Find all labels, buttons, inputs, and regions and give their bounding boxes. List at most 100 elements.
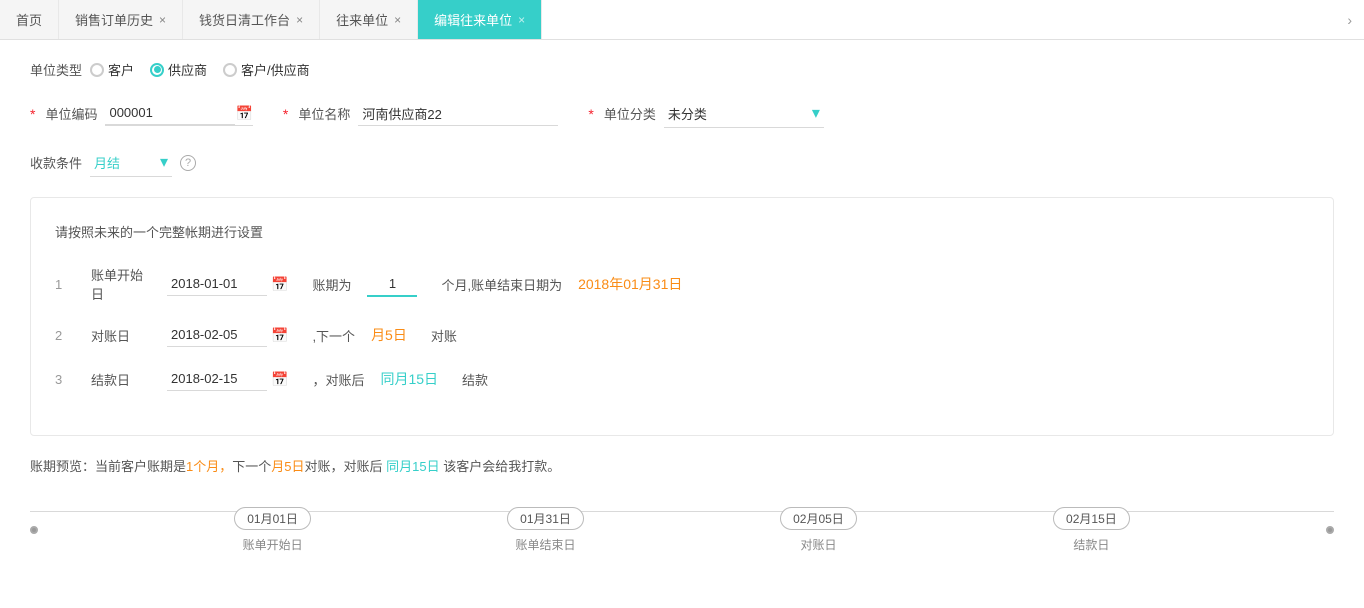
suffix-highlight-3: 同月15日	[380, 369, 438, 389]
suffix-pre-2: ,下一个	[312, 326, 355, 345]
tab-home-label: 首页	[16, 10, 42, 29]
category-select[interactable]: 未分类 ▾	[664, 99, 824, 128]
tab-edit-partner-close[interactable]: ×	[518, 13, 525, 27]
row-label-3: 结款日	[91, 370, 151, 389]
category-value: 未分类	[668, 104, 728, 123]
tab-sales-history[interactable]: 销售订单历史 ×	[59, 0, 183, 39]
setting-row-2: 2 对账日 📅 ,下一个月5日 对账	[55, 323, 1309, 347]
timeline-label-4: 结款日	[1073, 536, 1109, 553]
radio-both-label: 客户/供应商	[241, 60, 310, 79]
preview-part3: 同月15日	[386, 459, 439, 474]
timeline-label-1: 账单开始日	[243, 536, 303, 553]
settings-card: 请按照未来的一个完整帐期进行设置 1 账单开始日 📅 账期为 个月,账单结束日期…	[30, 197, 1334, 436]
timeline-badge-1: 01月01日	[234, 507, 311, 530]
tab-partner[interactable]: 往来单位 ×	[320, 0, 418, 39]
payment-arrow-icon: ▾	[160, 152, 168, 172]
period-input-1[interactable]	[367, 272, 417, 297]
tabs-bar: 首页 销售订单历史 × 钱货日清工作台 × 往来单位 × 编辑往来单位 × ›	[0, 0, 1364, 40]
preview-prefix: 账期预览：当前客户账期是	[30, 459, 186, 474]
suffix-pre-3: ，对账后	[312, 370, 364, 389]
start-dot	[30, 526, 38, 534]
suffix-post-2: 对账	[431, 326, 457, 345]
tab-partner-label: 往来单位	[336, 10, 388, 29]
timeline-label-3: 对账日	[800, 536, 836, 553]
tab-sales-history-close[interactable]: ×	[159, 13, 166, 27]
code-group: * 单位编码 📅	[30, 101, 253, 126]
date-input-1[interactable]	[167, 272, 267, 296]
payment-help-icon[interactable]: ?	[180, 155, 196, 171]
tab-edit-partner[interactable]: 编辑往来单位 ×	[418, 0, 542, 39]
row-label-2: 对账日	[91, 326, 151, 345]
preview-part1: 1个月，	[186, 459, 232, 474]
code-star: *	[30, 106, 35, 122]
date-wrap-1: 📅	[167, 272, 288, 296]
date-wrap-3: 📅	[167, 367, 288, 391]
category-group: * 单位分类 未分类 ▾	[588, 99, 823, 128]
radio-customer[interactable]: 客户	[90, 60, 134, 79]
timeline-badge-3: 02月05日	[780, 507, 857, 530]
name-star: *	[283, 106, 288, 122]
timeline-point-1: 01月01日 账单开始日	[234, 507, 311, 553]
row-label-1: 账单开始日	[91, 265, 151, 303]
unit-type-row: 单位类型 客户 供应商 客户/供应商	[30, 60, 1334, 79]
row-num-1: 1	[55, 277, 75, 292]
timeline-badge-2: 01月31日	[507, 507, 584, 530]
cal-icon-3[interactable]: 📅	[271, 371, 288, 388]
tab-home[interactable]: 首页	[0, 0, 59, 39]
date-input-2[interactable]	[167, 323, 267, 347]
preview-part2-highlight: 月5日	[271, 459, 304, 474]
date-wrap-2: 📅	[167, 323, 288, 347]
timeline-point-2: 01月31日 账单结束日	[507, 507, 584, 553]
preview-suffix: 该客户会给我打款。	[443, 459, 560, 474]
period-end-1: 2018年01月31日	[578, 274, 682, 294]
preview-part2-pre: 下一个	[232, 459, 271, 474]
end-dot	[1326, 526, 1334, 534]
radio-supplier[interactable]: 供应商	[150, 60, 207, 79]
tab-cash-work[interactable]: 钱货日清工作台 ×	[183, 0, 320, 39]
payment-group: 收款条件 月结 ▾ ?	[30, 148, 196, 177]
radio-group: 客户 供应商 客户/供应商	[90, 60, 310, 79]
suffix-highlight-2: 月5日	[371, 325, 407, 345]
code-label: 单位编码	[45, 104, 97, 123]
payment-row: 收款条件 月结 ▾ ?	[30, 148, 1334, 177]
tab-cash-work-close[interactable]: ×	[296, 13, 303, 27]
cal-icon-1[interactable]: 📅	[271, 276, 288, 293]
payment-select[interactable]: 月结 ▾	[90, 148, 172, 177]
timeline-container: 01月01日 账单开始日 01月31日 账单结束日 02月05日 对账日 02月…	[30, 499, 1334, 553]
expand-icon: ›	[1347, 12, 1352, 28]
unit-type-group: 单位类型 客户 供应商 客户/供应商	[30, 60, 310, 79]
tab-partner-close[interactable]: ×	[394, 13, 401, 27]
suffix-post-3: 结款	[462, 370, 488, 389]
timeline-point-4: 02月15日 结款日	[1053, 507, 1130, 553]
row-num-2: 2	[55, 328, 75, 343]
radio-both[interactable]: 客户/供应商	[223, 60, 310, 79]
cat-star: *	[588, 106, 593, 122]
date-input-3[interactable]	[167, 367, 267, 391]
category-label: 单位分类	[604, 104, 656, 123]
tab-expand-button[interactable]: ›	[1335, 0, 1364, 39]
timeline-start-dot	[30, 526, 38, 534]
name-input[interactable]	[358, 102, 558, 126]
preview-part2-post: 对账，对账后	[305, 459, 383, 474]
timeline-line	[30, 511, 1334, 512]
timeline-label-2: 账单结束日	[516, 536, 576, 553]
cal-icon-2[interactable]: 📅	[271, 327, 288, 344]
radio-customer-label: 客户	[108, 60, 134, 79]
tab-edit-partner-label: 编辑往来单位	[434, 10, 512, 29]
timeline-badge-4: 02月15日	[1053, 507, 1130, 530]
code-input[interactable]	[105, 101, 235, 125]
period-unit-1: 个月,账单结束日期为	[441, 275, 562, 294]
row-num-3: 3	[55, 372, 75, 387]
timeline-point-3: 02月05日 对账日	[780, 507, 857, 553]
radio-supplier-label: 供应商	[168, 60, 207, 79]
timeline-end-dot	[1326, 526, 1334, 534]
page-content: 单位类型 客户 供应商 客户/供应商 * 单位编码	[0, 40, 1364, 608]
unit-type-label: 单位类型	[30, 60, 82, 79]
payment-label: 收款条件	[30, 153, 82, 172]
tab-cash-work-label: 钱货日清工作台	[199, 10, 290, 29]
code-name-row: * 单位编码 📅 * 单位名称 * 单位分类 未分类 ▾	[30, 99, 1334, 128]
category-arrow-icon: ▾	[812, 103, 820, 123]
name-label: 单位名称	[298, 104, 350, 123]
radio-supplier-circle	[150, 63, 164, 77]
code-calendar-icon[interactable]: 📅	[235, 105, 252, 122]
